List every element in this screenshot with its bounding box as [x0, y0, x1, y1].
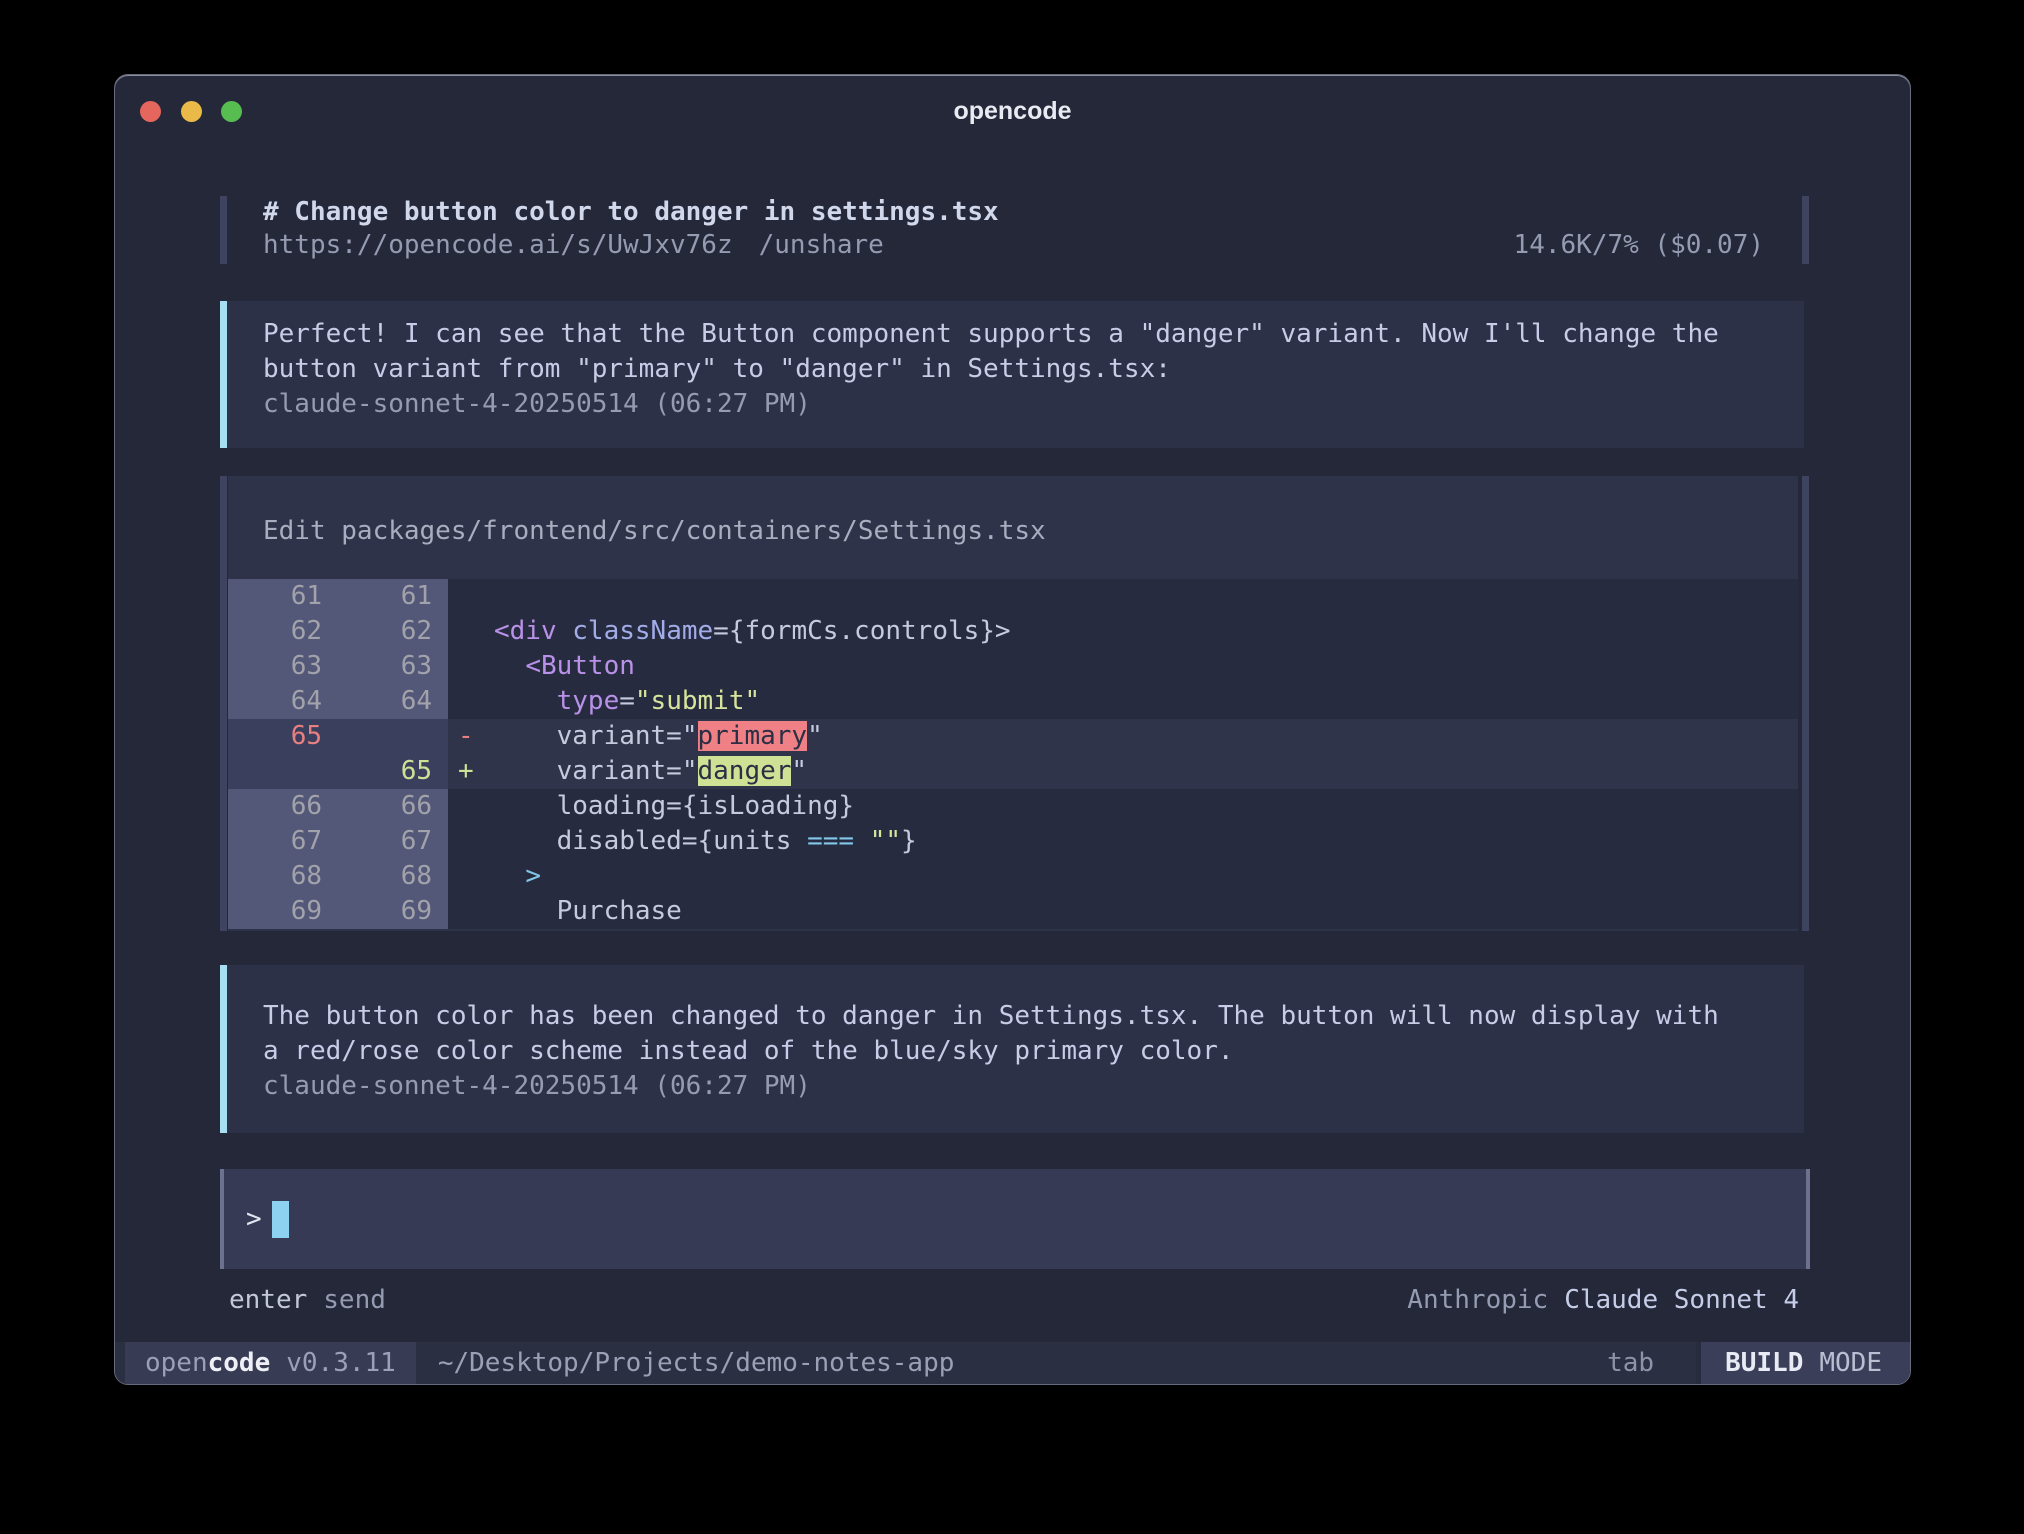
diff-new-lineno: 65 [338, 754, 448, 789]
diff-change-marker [448, 684, 494, 719]
diff-change-marker [448, 824, 494, 859]
edit-right-scrollbar [1802, 476, 1809, 931]
share-url-link[interactable]: https://opencode.ai/s/UwJxv76z [263, 230, 733, 260]
diff-row: 65 - variant="primary" [228, 719, 1798, 754]
diff-row: 6161 [228, 579, 1798, 614]
message-model-timestamp: claude-sonnet-4-20250514 (06:27 PM) [263, 387, 1804, 422]
diff-code-line: > [494, 859, 1798, 894]
header-left-bar [220, 196, 227, 264]
main-content: # Change button color to danger in setti… [220, 75, 1812, 1384]
session-title: # Change button color to danger in setti… [263, 196, 1764, 229]
prompt-chevron: > [246, 1204, 262, 1234]
text-cursor [272, 1201, 289, 1238]
mode-name: BUILD [1725, 1348, 1803, 1378]
diff-old-lineno [228, 754, 338, 789]
token-usage: 14.6K/7% ($0.07) [1514, 229, 1764, 262]
header-right-bar [1802, 196, 1809, 264]
diff-new-lineno: 62 [338, 614, 448, 649]
diff-code-line: Purchase [494, 894, 1798, 929]
message-text-line: The button color has been changed to dan… [263, 999, 1804, 1034]
message-text-line: a red/rose color scheme instead of the b… [263, 1034, 1804, 1069]
diff-old-lineno: 62 [228, 614, 338, 649]
status-bar: opencode v0.3.11 ~/Desktop/Projects/demo-… [115, 1342, 1910, 1384]
diff-old-lineno: 61 [228, 579, 338, 614]
diff-code-line: type="submit" [494, 684, 1798, 719]
app-name-open: open [145, 1348, 208, 1378]
diff-row: 6464 type="submit" [228, 684, 1798, 719]
diff-row: 6767 disabled={units === ""} [228, 824, 1798, 859]
diff-new-lineno: 61 [338, 579, 448, 614]
send-action-hint: send [323, 1285, 386, 1315]
diff-change-marker [448, 579, 494, 614]
diff-old-lineno: 67 [228, 824, 338, 859]
diff-code-line: <div className={formCs.controls}> [494, 614, 1798, 649]
session-header: # Change button color to danger in setti… [220, 196, 1812, 264]
app-version-chip: opencode v0.3.11 [125, 1342, 416, 1384]
opencode-window: opencode # Change button color to danger… [114, 74, 1911, 1385]
diff-row: 65+ variant="danger" [228, 754, 1798, 789]
diff-old-lineno: 69 [228, 894, 338, 929]
diff-code-line: <Button [494, 649, 1798, 684]
diff-change-marker [448, 859, 494, 894]
assistant-message: The button color has been changed to dan… [220, 965, 1804, 1133]
unshare-command[interactable]: /unshare [759, 230, 884, 260]
message-text-line: button variant from "primary" to "danger… [263, 352, 1804, 387]
diff-change-marker [448, 894, 494, 929]
diff-new-lineno: 63 [338, 649, 448, 684]
app-version: v0.3.11 [286, 1348, 396, 1378]
diff-new-lineno: 68 [338, 859, 448, 894]
diff-row: 6666 loading={isLoading} [228, 789, 1798, 824]
diff-new-lineno: 64 [338, 684, 448, 719]
enter-key-hint: enter [229, 1285, 307, 1315]
app-name-code: code [208, 1348, 271, 1378]
diff-row: 6969 Purchase [228, 894, 1798, 929]
working-directory: ~/Desktop/Projects/demo-notes-app [416, 1342, 955, 1384]
diff-code-line: disabled={units === ""} [494, 824, 1798, 859]
build-mode-chip[interactable]: BUILD MODE [1696, 1342, 1910, 1384]
diff-new-lineno: 67 [338, 824, 448, 859]
diff-code-line: variant="primary" [494, 719, 1798, 754]
provider-label: Anthropic [1407, 1285, 1548, 1315]
diff-row: 6868 > [228, 859, 1798, 894]
tab-key-hint[interactable]: tab [1607, 1342, 1696, 1384]
diff-change-marker [448, 614, 494, 649]
diff-old-lineno: 64 [228, 684, 338, 719]
message-model-timestamp: claude-sonnet-4-20250514 (06:27 PM) [263, 1069, 1804, 1104]
edit-tool-block: Edit packages/frontend/src/containers/Se… [220, 476, 1812, 931]
message-text-line: Perfect! I can see that the Button compo… [263, 317, 1804, 352]
diff-change-marker: + [448, 754, 494, 789]
hint-row: enter send Anthropic Claude Sonnet 4 [229, 1285, 1799, 1315]
diff-new-lineno [338, 719, 448, 754]
assistant-message: Perfect! I can see that the Button compo… [220, 301, 1804, 448]
diff-old-lineno: 63 [228, 649, 338, 684]
diff-old-lineno: 68 [228, 859, 338, 894]
diff-old-lineno: 66 [228, 789, 338, 824]
diff-old-lineno: 65 [228, 719, 338, 754]
prompt-input[interactable]: > [220, 1169, 1810, 1269]
mode-word: MODE [1819, 1348, 1882, 1378]
edit-left-bar [220, 476, 227, 931]
diff-code-line: variant="danger" [494, 754, 1798, 789]
diff-change-marker: - [448, 719, 494, 754]
model-label: Claude Sonnet 4 [1564, 1285, 1799, 1315]
diff-new-lineno: 69 [338, 894, 448, 929]
diff-row: 6262 <div className={formCs.controls}> [228, 614, 1798, 649]
diff-row: 6363 <Button [228, 649, 1798, 684]
diff-code-line [494, 579, 1798, 614]
diff-new-lineno: 66 [338, 789, 448, 824]
diff-change-marker [448, 789, 494, 824]
edit-file-title: Edit packages/frontend/src/containers/Se… [228, 476, 1798, 546]
diff-change-marker [448, 649, 494, 684]
diff-view: 61616262 <div className={formCs.controls}… [228, 579, 1798, 929]
diff-code-line: loading={isLoading} [494, 789, 1798, 824]
